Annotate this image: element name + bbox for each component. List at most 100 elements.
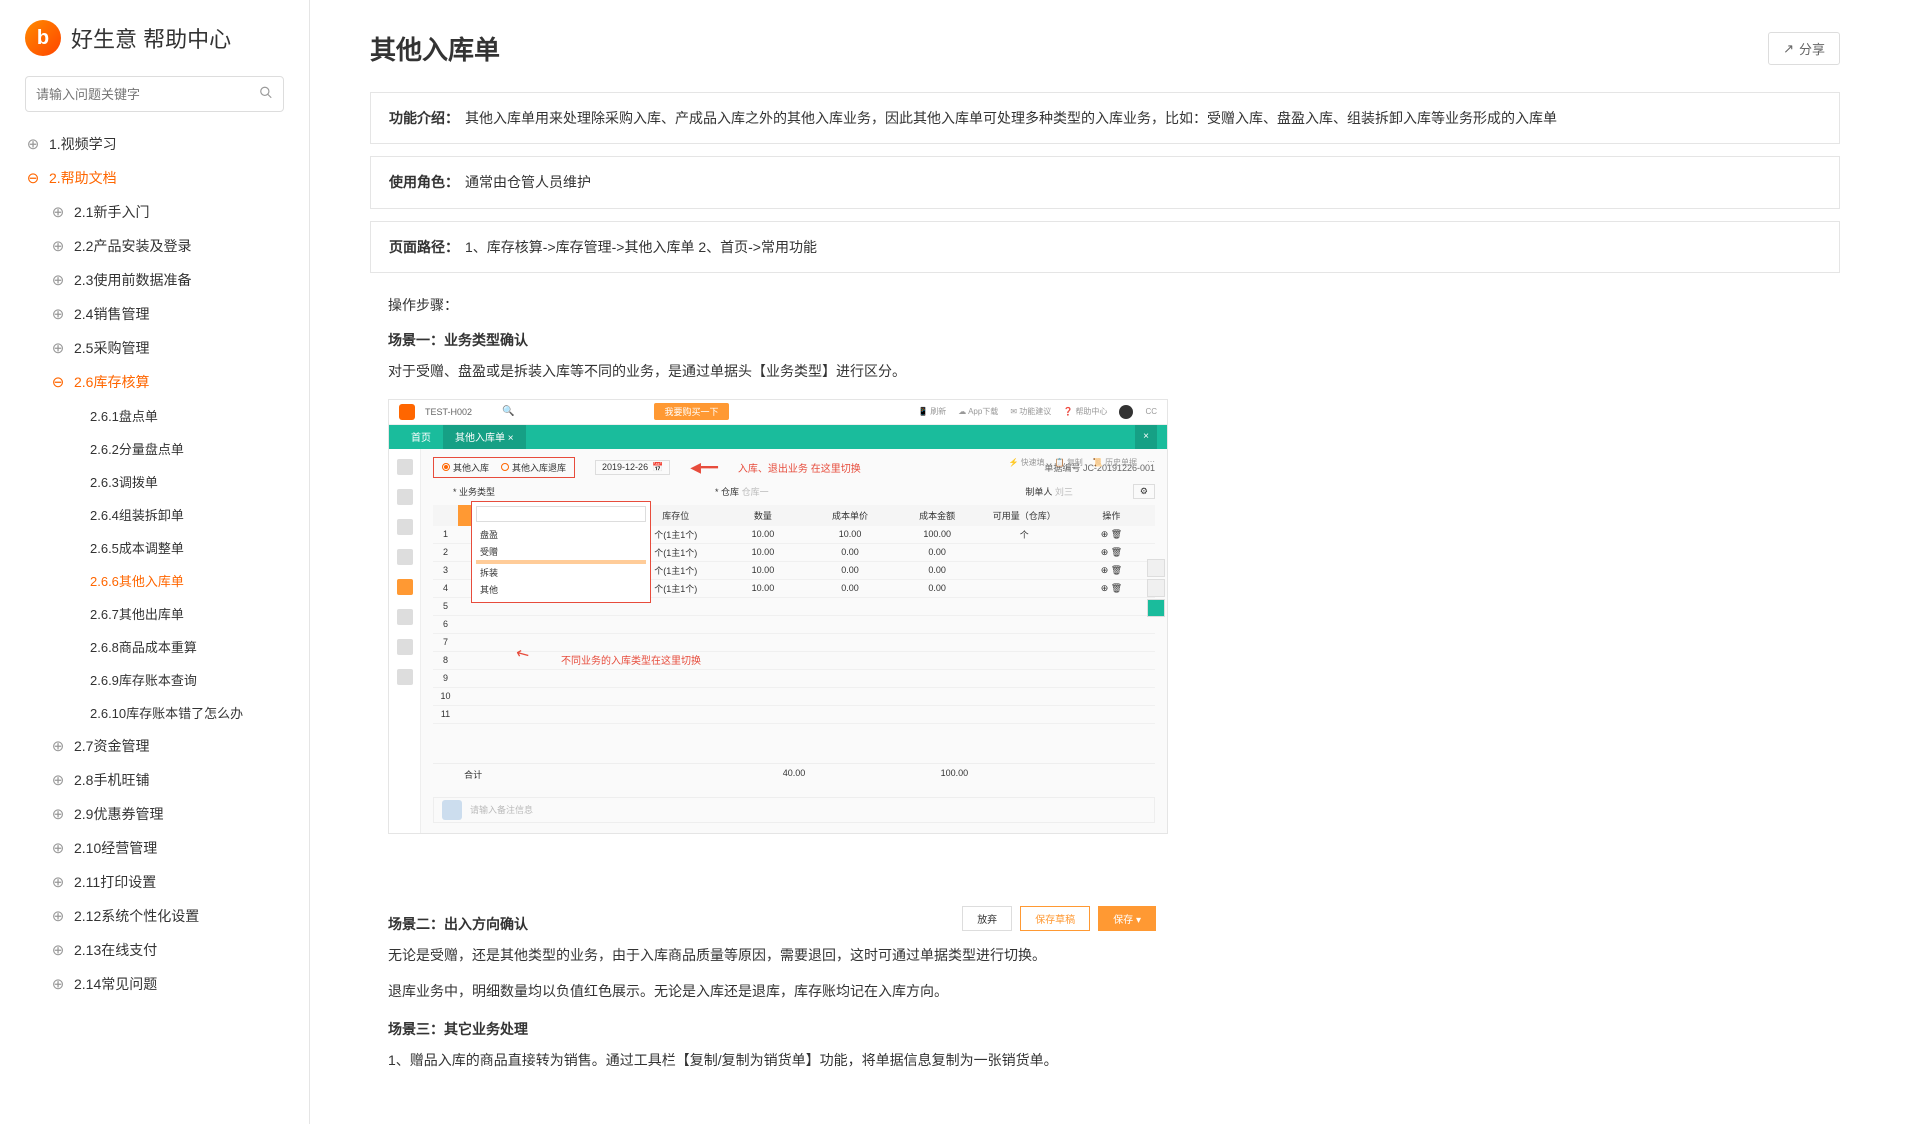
nav-video-learning[interactable]: 1.视频学习 (10, 127, 299, 161)
plus-icon (50, 840, 66, 856)
plus-icon (50, 738, 66, 754)
nav-2-6-8[interactable]: 2.6.8商品成本重算 (10, 630, 299, 663)
plus-icon (50, 942, 66, 958)
role-label: 使用角色： (389, 174, 459, 190)
nav-2-6-5[interactable]: 2.6.5成本调整单 (10, 531, 299, 564)
table-row: 9 (433, 670, 1155, 688)
logo-row: b 好生意 帮助中心 (0, 20, 309, 76)
nav-2-5[interactable]: 2.5采购管理 (10, 331, 299, 365)
nav-2-8[interactable]: 2.8手机旺铺 (10, 763, 299, 797)
plus-icon (50, 340, 66, 356)
plus-icon (50, 204, 66, 220)
nav-2-14[interactable]: 2.14常见问题 (10, 967, 299, 1001)
nav-icon (397, 489, 413, 505)
ss-draft-btn: 保存草稿 (1020, 906, 1090, 931)
nav-2-6-2[interactable]: 2.6.2分量盘点单 (10, 432, 299, 465)
plus-icon (50, 806, 66, 822)
plus-icon (50, 908, 66, 924)
intro-label: 功能介绍： (389, 110, 459, 126)
ss-cancel-btn: 放弃 (962, 906, 1012, 931)
logo-icon: b (25, 20, 61, 56)
search-box[interactable] (25, 76, 284, 112)
ss-copy: 📋 复制 (1055, 457, 1083, 468)
nav-icon (397, 519, 413, 535)
table-row: 6 (433, 616, 1155, 634)
site-title: 好生意 帮助中心 (71, 22, 231, 54)
ss-annotation-1: 入库、退出业务 在这里切换 (738, 460, 861, 475)
nav-2-6-6[interactable]: 2.6.6其他入库单 (10, 564, 299, 597)
nav-2-3[interactable]: 2.3使用前数据准备 (10, 263, 299, 297)
plus-icon (50, 874, 66, 890)
arrow-icon: ◀━━ (690, 459, 718, 476)
search-icon: 🔍 (502, 406, 514, 417)
nav-2-1[interactable]: 2.1新手入门 (10, 195, 299, 229)
nav-icon (397, 549, 413, 565)
tool-icon (1147, 579, 1165, 597)
share-button[interactable]: ↗ 分享 (1768, 32, 1840, 65)
ss-redbox-type: 其他入库 其他入库退库 (433, 457, 575, 478)
table-row: 8 (433, 652, 1155, 670)
search-input[interactable] (26, 77, 283, 111)
plus-icon (50, 272, 66, 288)
close-icon: × (1135, 425, 1157, 449)
nav-2-9[interactable]: 2.9优惠券管理 (10, 797, 299, 831)
nav-2-6-10[interactable]: 2.6.10库存账本错了怎么办 (10, 696, 299, 729)
ss-tab-active: 其他入库单 × (443, 425, 526, 449)
role-text: 通常由仓管人员维护 (465, 174, 591, 190)
avatar-icon (1119, 405, 1133, 419)
nav-2-6-9[interactable]: 2.6.9库存账本查询 (10, 663, 299, 696)
nav-2-6-1[interactable]: 2.6.1盘点单 (10, 399, 299, 432)
table-row: 11 (433, 706, 1155, 724)
nav-2-11[interactable]: 2.11打印设置 (10, 865, 299, 899)
nav-2-10[interactable]: 2.10经营管理 (10, 831, 299, 865)
scene3-text1: 1、赠品入库的商品直接转为销售。通过工具栏【复制/复制为销货单】功能，将单据信息… (388, 1049, 1822, 1073)
radio-icon (501, 463, 509, 471)
calendar-icon: 📅 (652, 462, 663, 473)
nav-2-12[interactable]: 2.12系统个性化设置 (10, 899, 299, 933)
minus-icon (50, 374, 66, 390)
nav-2-13[interactable]: 2.13在线支付 (10, 933, 299, 967)
ss-quickfill: ⚡ 快速填 (1008, 457, 1044, 468)
ss-leftnav (389, 449, 421, 833)
nav-2-4[interactable]: 2.4销售管理 (10, 297, 299, 331)
ss-buy-button: 我要购买一下 (654, 403, 728, 420)
ss-sumrow: 合计40.00100.00 (433, 763, 1155, 785)
remark-icon (442, 800, 462, 820)
nav-2-6-4[interactable]: 2.6.4组装拆卸单 (10, 498, 299, 531)
plus-icon (50, 238, 66, 254)
nav-2-6-7[interactable]: 2.6.7其他出库单 (10, 597, 299, 630)
nav-2-7[interactable]: 2.7资金管理 (10, 729, 299, 763)
tool-icon (1147, 599, 1165, 617)
scene1-title: 场景一：业务类型确认 (388, 330, 1822, 350)
minus-icon (25, 170, 41, 186)
nav-icon (397, 609, 413, 625)
nav-2-6[interactable]: 2.6库存核算 (10, 365, 299, 399)
ss-username: CC (1145, 407, 1157, 416)
table-row: 10 (433, 688, 1155, 706)
nav-icon (397, 579, 413, 595)
ss-env-label: TEST-H002 (425, 407, 472, 417)
dd-item: 其他 (476, 581, 646, 598)
nav-2-2[interactable]: 2.2产品安装及登录 (10, 229, 299, 263)
nav-icon (397, 459, 413, 475)
tool-icon (1147, 559, 1165, 577)
nav-tree: 1.视频学习 2.帮助文档 2.1新手入门 2.2产品安装及登录 2.3使用前数… (0, 127, 309, 1001)
radio-icon (442, 463, 450, 471)
table-row: 7 (433, 634, 1155, 652)
scene2-text1: 无论是受赠，还是其他类型的业务，由于入库商品质量等原因，需要退回，这时可通过单据… (388, 944, 1822, 968)
dd-item: 拆装 (476, 564, 646, 581)
ss-dropdown: 盘盈 受赠 拆装 其他 (471, 501, 651, 603)
steps-label: 操作步骤： (388, 295, 1822, 315)
plus-icon (50, 772, 66, 788)
sidebar: b 好生意 帮助中心 1.视频学习 2.帮助文档 2.1新手入门 2.2产品安装… (0, 0, 310, 1124)
ss-help: ❓ 帮助中心 (1063, 406, 1107, 417)
nav-help-docs[interactable]: 2.帮助文档 (10, 161, 299, 195)
ss-remark: 请输入备注信息 (433, 797, 1155, 823)
ss-tab-home: 首页 (399, 425, 443, 449)
nav-2-6-3[interactable]: 2.6.3调拨单 (10, 465, 299, 498)
ss-annotation-2: 不同业务的入库类型在这里切换 (561, 652, 701, 667)
ss-logo-icon (399, 404, 415, 420)
search-icon[interactable] (259, 86, 273, 103)
dd-item: 盘盈 (476, 526, 646, 543)
ss-feedback: ✉ 功能建议 (1010, 406, 1051, 417)
